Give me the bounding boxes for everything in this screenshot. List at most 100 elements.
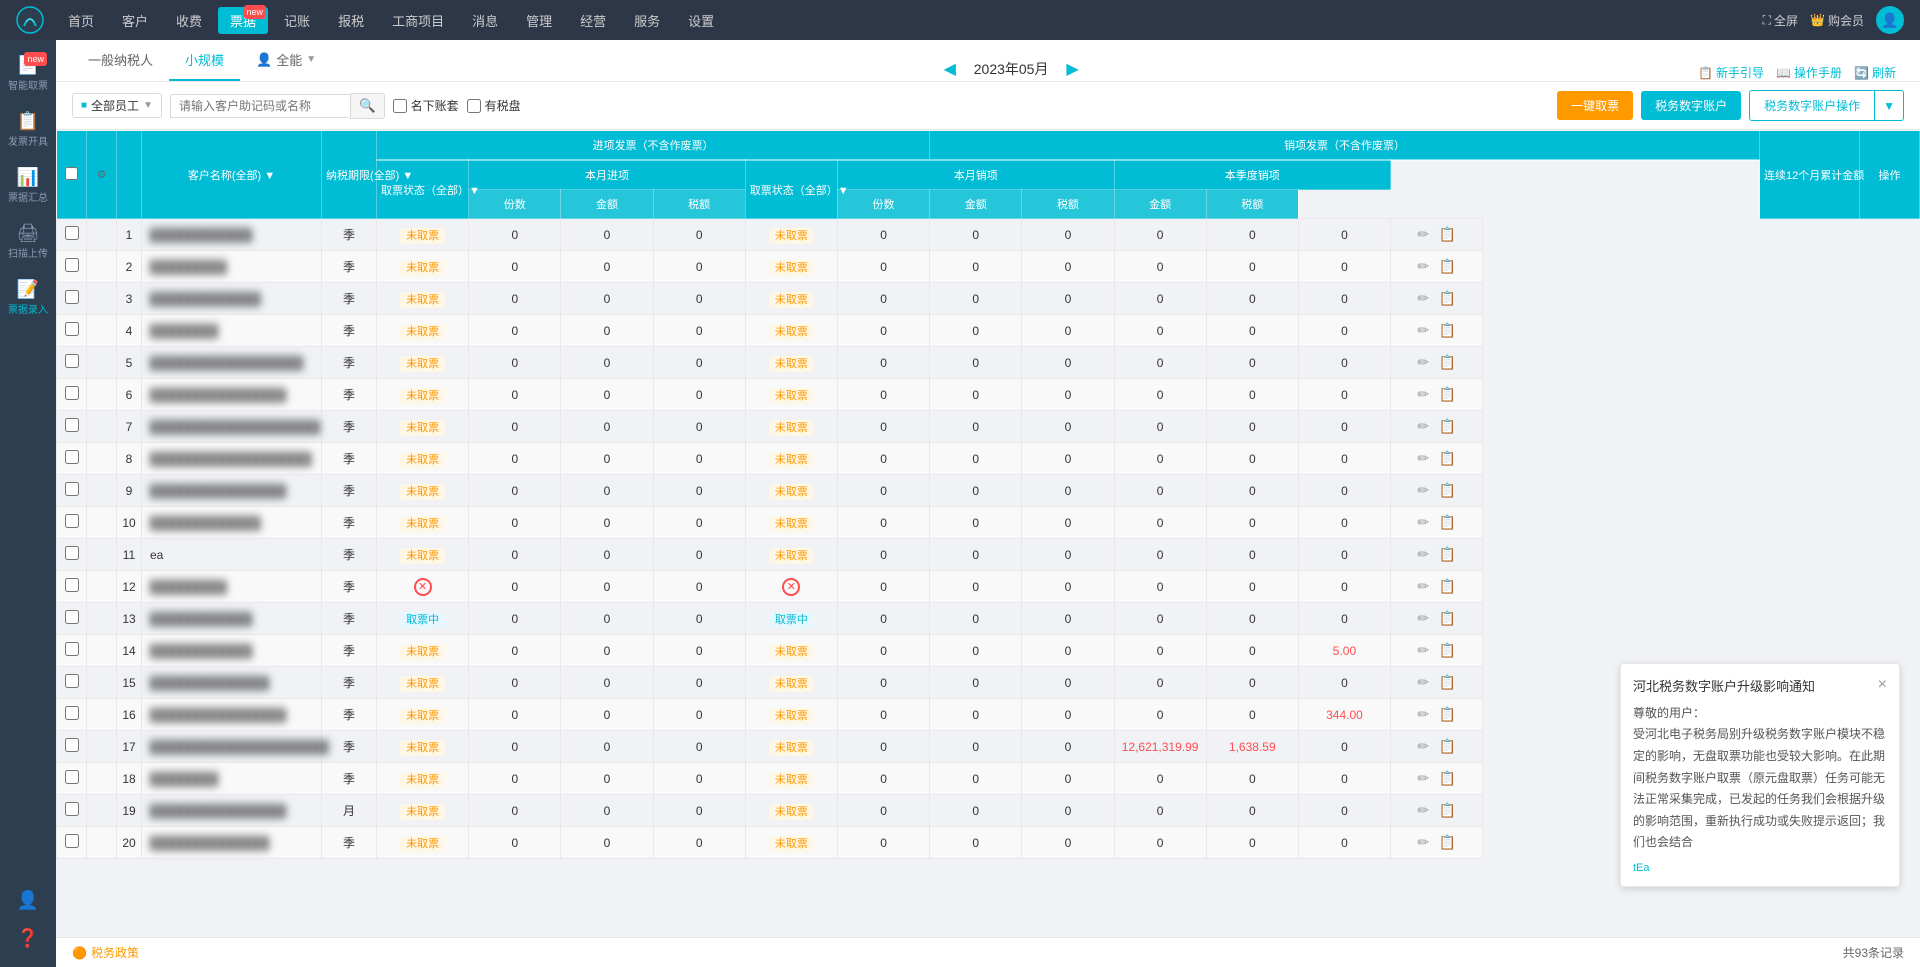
row-copy-btn[interactable]: 📋 bbox=[1435, 224, 1458, 245]
row-out-status[interactable]: 未取票 bbox=[745, 667, 837, 699]
row-out-status[interactable]: 未取票 bbox=[745, 411, 837, 443]
nav-item-admin[interactable]: 管理 bbox=[514, 7, 564, 34]
tax-digital-btn[interactable]: 税务数字账户 bbox=[1641, 91, 1741, 120]
row-select-checkbox[interactable] bbox=[65, 546, 79, 560]
row-in-status[interactable]: 未取票 bbox=[377, 699, 469, 731]
row-select-checkbox[interactable] bbox=[65, 834, 79, 848]
sidebar-item-help[interactable]: ❓ bbox=[3, 921, 53, 955]
row-select-checkbox[interactable] bbox=[65, 642, 79, 656]
tax-policy-link[interactable]: 🟠 税务政策 bbox=[72, 944, 139, 961]
row-out-status[interactable]: 未取票 bbox=[745, 475, 837, 507]
row-out-status[interactable]: ✕ bbox=[745, 571, 837, 603]
row-checkbox-cell[interactable] bbox=[57, 283, 87, 315]
th-out-ticket-status[interactable]: 取票状态（全部）▼ bbox=[745, 160, 837, 219]
row-customer-name[interactable]: █████████ bbox=[142, 251, 322, 283]
row-out-status[interactable]: 未取票 bbox=[745, 443, 837, 475]
row-checkbox-cell[interactable] bbox=[57, 475, 87, 507]
row-select-checkbox[interactable] bbox=[65, 322, 79, 336]
row-checkbox-cell[interactable] bbox=[57, 443, 87, 475]
one-click-ticket-btn[interactable]: 一键取票 bbox=[1557, 91, 1633, 120]
row-checkbox-cell[interactable] bbox=[57, 347, 87, 379]
sidebar-item-summary[interactable]: 📊 票据汇总 bbox=[3, 160, 53, 212]
row-in-status[interactable]: 未取票 bbox=[377, 763, 469, 795]
row-edit-btn[interactable]: ✏ bbox=[1414, 704, 1432, 725]
nav-item-invoice[interactable]: 票据 new bbox=[218, 7, 268, 34]
row-edit-btn[interactable]: ✏ bbox=[1414, 256, 1432, 277]
row-copy-btn[interactable]: 📋 bbox=[1435, 800, 1458, 821]
row-copy-btn[interactable]: 📋 bbox=[1435, 672, 1458, 693]
row-checkbox-cell[interactable] bbox=[57, 539, 87, 571]
search-input[interactable] bbox=[170, 94, 350, 118]
row-copy-btn[interactable]: 📋 bbox=[1435, 256, 1458, 277]
row-select-checkbox[interactable] bbox=[65, 226, 79, 240]
row-in-status[interactable]: 未取票 bbox=[377, 539, 469, 571]
manual-link[interactable]: 📖 操作手册 bbox=[1776, 64, 1842, 81]
row-out-status[interactable]: 未取票 bbox=[745, 539, 837, 571]
row-customer-name[interactable]: ██████████████ bbox=[142, 667, 322, 699]
row-out-status[interactable]: 未取票 bbox=[745, 219, 837, 251]
row-copy-btn[interactable]: 📋 bbox=[1435, 320, 1458, 341]
row-select-checkbox[interactable] bbox=[65, 290, 79, 304]
nav-item-home[interactable]: 首页 bbox=[56, 7, 106, 34]
th-tax-period[interactable]: 纳税期限(全部) ▼ bbox=[322, 131, 377, 219]
row-copy-btn[interactable]: 📋 bbox=[1435, 448, 1458, 469]
refresh-link[interactable]: 🔄 刷新 bbox=[1854, 64, 1896, 81]
row-select-checkbox[interactable] bbox=[65, 450, 79, 464]
row-copy-btn[interactable]: 📋 bbox=[1435, 384, 1458, 405]
row-copy-btn[interactable]: 📋 bbox=[1435, 608, 1458, 629]
row-customer-name[interactable]: ███████████████████ bbox=[142, 443, 322, 475]
row-customer-name[interactable]: █████████████ bbox=[142, 507, 322, 539]
row-in-status[interactable]: 未取票 bbox=[377, 379, 469, 411]
row-checkbox-cell[interactable] bbox=[57, 603, 87, 635]
subordinate-accounts-input[interactable] bbox=[393, 99, 407, 113]
row-customer-name[interactable]: ████████████████ bbox=[142, 795, 322, 827]
row-customer-name[interactable]: █████████████████████ bbox=[142, 731, 322, 763]
row-out-status[interactable]: 未取票 bbox=[745, 699, 837, 731]
app-logo[interactable] bbox=[16, 6, 44, 34]
row-in-status[interactable]: 未取票 bbox=[377, 219, 469, 251]
row-select-checkbox[interactable] bbox=[65, 482, 79, 496]
sidebar-item-smartticket[interactable]: 📄 智能取票 new bbox=[3, 48, 53, 100]
row-in-status[interactable]: 未取票 bbox=[377, 283, 469, 315]
nav-item-fee[interactable]: 收费 bbox=[164, 7, 214, 34]
row-checkbox-cell[interactable] bbox=[57, 411, 87, 443]
row-out-status[interactable]: 未取票 bbox=[745, 283, 837, 315]
row-checkbox-cell[interactable] bbox=[57, 795, 87, 827]
row-customer-name[interactable]: ██████████████ bbox=[142, 827, 322, 859]
tab-all[interactable]: 👤 全能 ▼ bbox=[240, 40, 332, 81]
row-edit-btn[interactable]: ✏ bbox=[1414, 320, 1432, 341]
row-customer-name[interactable]: ████████████ bbox=[142, 219, 322, 251]
row-in-status[interactable]: 未取票 bbox=[377, 347, 469, 379]
row-edit-btn[interactable]: ✏ bbox=[1414, 736, 1432, 757]
row-edit-btn[interactable]: ✏ bbox=[1414, 576, 1432, 597]
has-taxdisk-checkbox[interactable]: 有税盘 bbox=[467, 97, 521, 114]
row-in-status[interactable]: 未取票 bbox=[377, 315, 469, 347]
row-customer-name[interactable]: ████████████ bbox=[142, 603, 322, 635]
row-select-checkbox[interactable] bbox=[65, 258, 79, 272]
sidebar-item-user[interactable]: 👤 bbox=[3, 883, 53, 917]
row-out-status[interactable]: 未取票 bbox=[745, 731, 837, 763]
row-in-status[interactable]: 取票中 bbox=[377, 603, 469, 635]
row-customer-name[interactable]: ████████████████ bbox=[142, 475, 322, 507]
row-edit-btn[interactable]: ✏ bbox=[1414, 800, 1432, 821]
row-out-status[interactable]: 未取票 bbox=[745, 315, 837, 347]
row-checkbox-cell[interactable] bbox=[57, 379, 87, 411]
row-customer-name[interactable]: ████████████ bbox=[142, 635, 322, 667]
row-edit-btn[interactable]: ✏ bbox=[1414, 672, 1432, 693]
row-out-status[interactable]: 取票中 bbox=[745, 603, 837, 635]
fullscreen-btn[interactable]: ⛶ 全屏 bbox=[1763, 12, 1798, 29]
employee-filter[interactable]: ■ 全部员工 ▼ bbox=[72, 93, 162, 118]
row-out-status[interactable]: 未取票 bbox=[745, 827, 837, 859]
row-edit-btn[interactable]: ✏ bbox=[1414, 768, 1432, 789]
row-out-status[interactable]: 未取票 bbox=[745, 763, 837, 795]
nav-item-business2[interactable]: 经营 bbox=[568, 7, 618, 34]
row-edit-btn[interactable]: ✏ bbox=[1414, 608, 1432, 629]
row-select-checkbox[interactable] bbox=[65, 578, 79, 592]
row-copy-btn[interactable]: 📋 bbox=[1435, 288, 1458, 309]
tab-small[interactable]: 小规模 bbox=[169, 40, 240, 81]
row-copy-btn[interactable]: 📋 bbox=[1435, 736, 1458, 757]
row-select-checkbox[interactable] bbox=[65, 738, 79, 752]
row-checkbox-cell[interactable] bbox=[57, 731, 87, 763]
tab-general[interactable]: 一般纳税人 bbox=[72, 40, 169, 81]
search-button[interactable]: 🔍 bbox=[350, 93, 385, 119]
